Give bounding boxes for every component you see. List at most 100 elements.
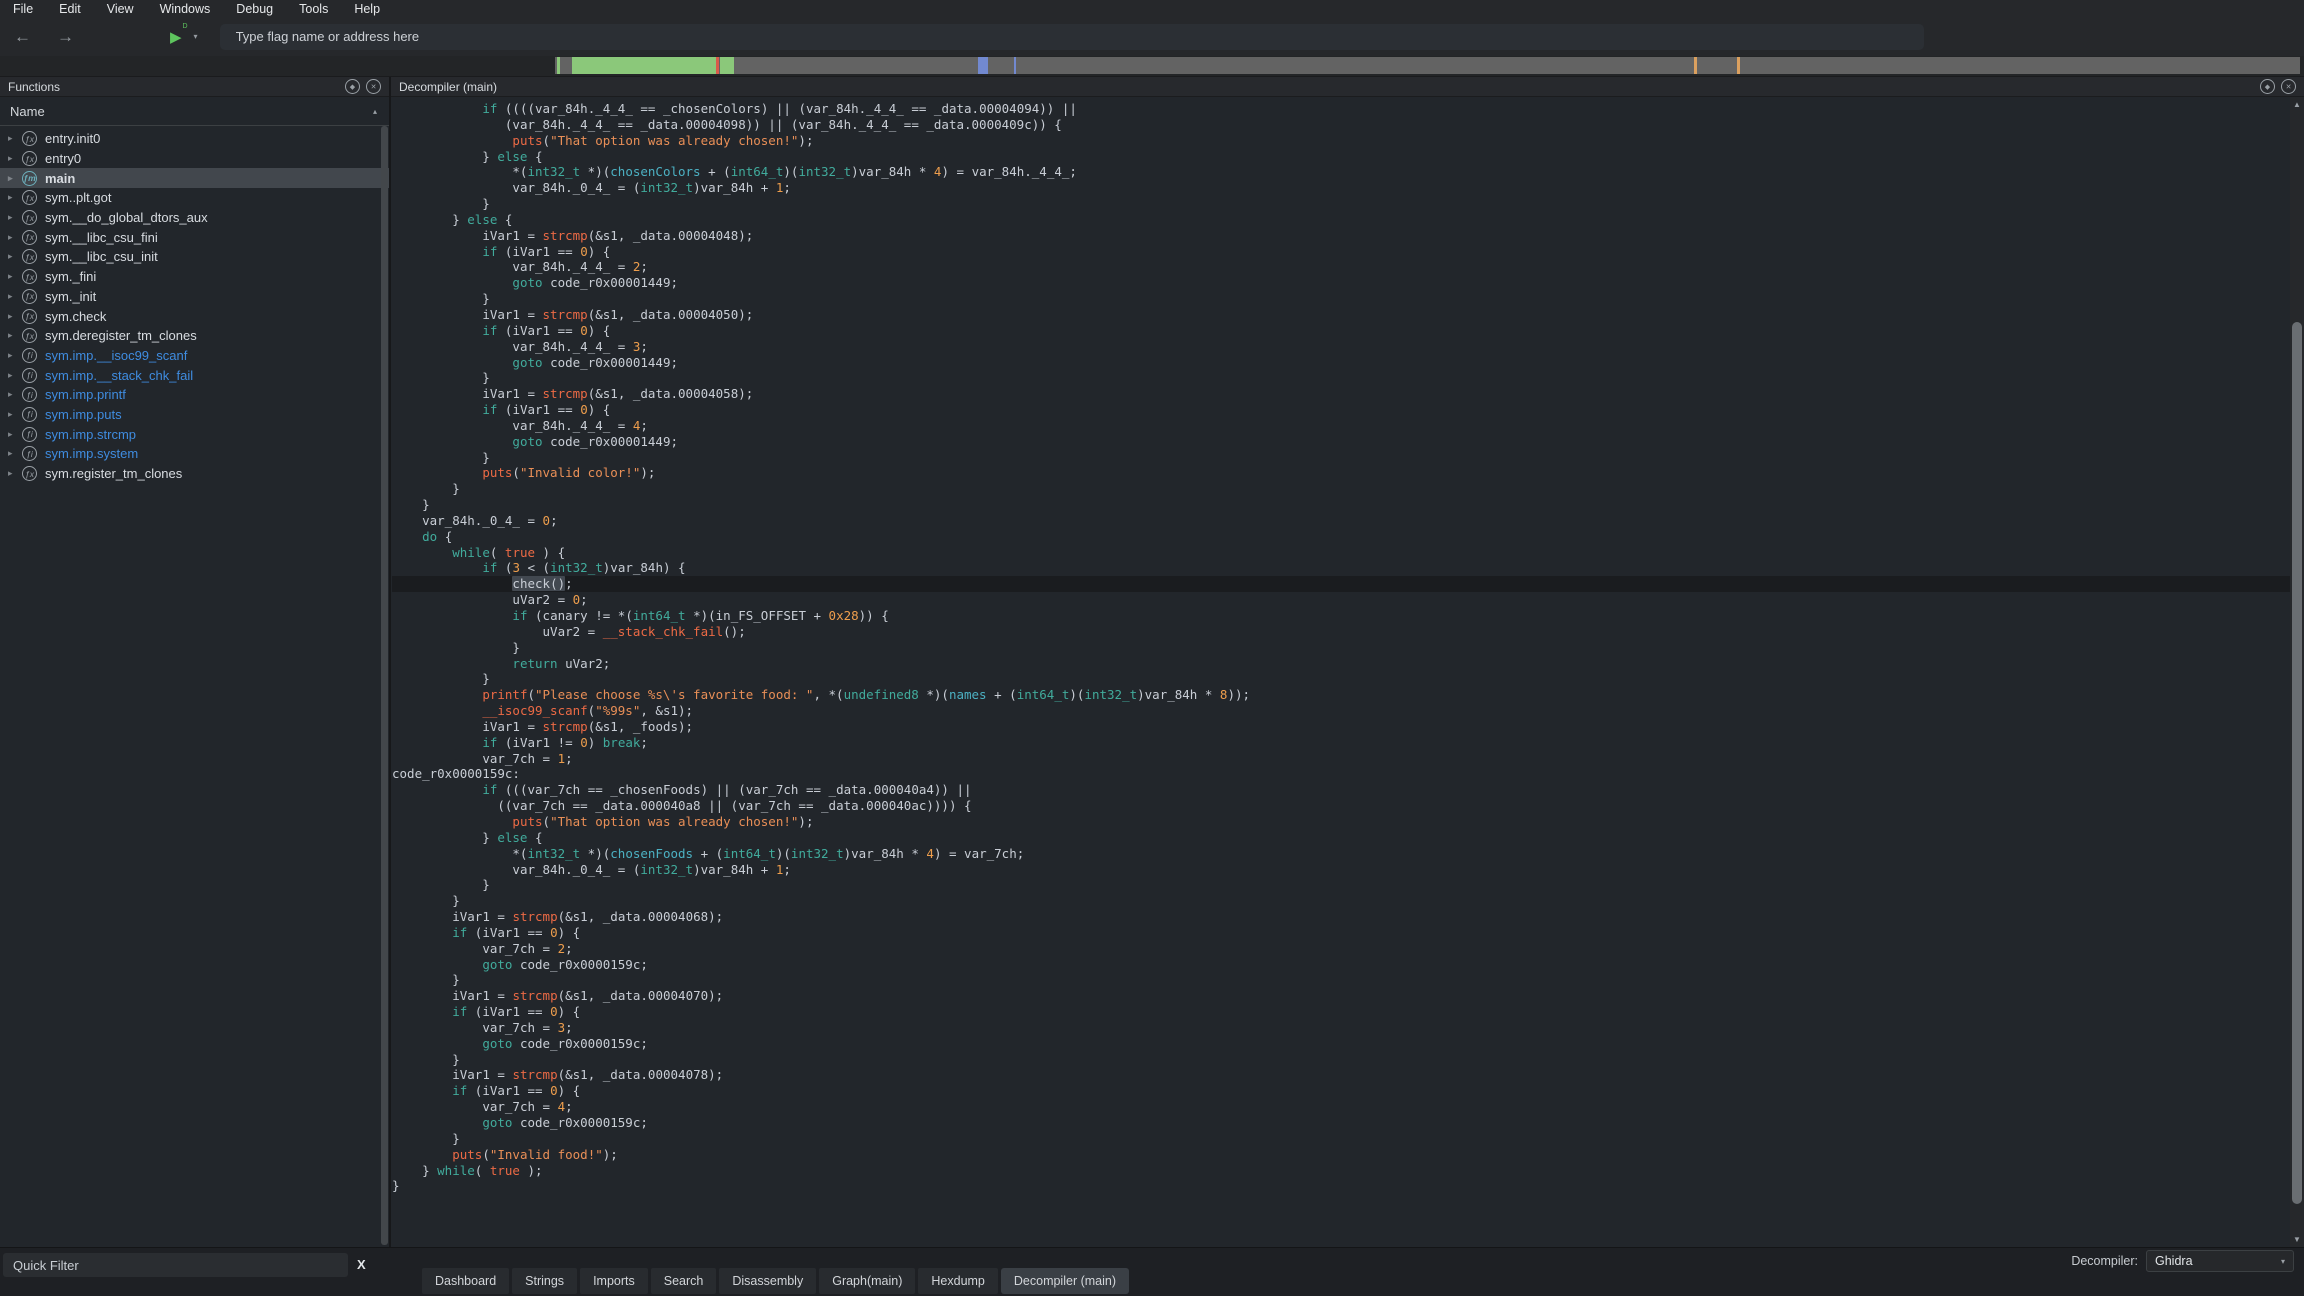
code-line[interactable]: } while( true );: [392, 1163, 2288, 1179]
code-line[interactable]: if (canary != *(int64_t *)(in_FS_OFFSET …: [392, 608, 2288, 624]
code-line[interactable]: var_84h._4_4_ = 4;: [392, 418, 2288, 434]
code-line[interactable]: var_84h._4_4_ = 3;: [392, 339, 2288, 355]
function-item-sym-imp-system[interactable]: ▸ ƒi sym.imp.system: [0, 444, 389, 464]
decompiler-engine-select[interactable]: Ghidra ▾: [2146, 1250, 2294, 1272]
code-line[interactable]: return uVar2;: [392, 656, 2288, 672]
code-line[interactable]: } else {: [392, 830, 2288, 846]
code-line[interactable]: if (iVar1 == 0) {: [392, 925, 2288, 941]
decompiler-code-area[interactable]: if ((((var_84h._4_4_ == _chosenColors) |…: [391, 97, 2304, 1247]
code-line[interactable]: puts("Invalid food!");: [392, 1147, 2288, 1163]
code-line[interactable]: iVar1 = strcmp(&s1, _foods);: [392, 719, 2288, 735]
code-line[interactable]: if (iVar1 == 0) {: [392, 244, 2288, 260]
code-line[interactable]: __isoc99_scanf("%99s", &s1);: [392, 703, 2288, 719]
code-line[interactable]: puts("Invalid color!");: [392, 465, 2288, 481]
function-item-entry-init0[interactable]: ▸ ƒx entry.init0: [0, 129, 389, 149]
code-line[interactable]: }: [392, 481, 2288, 497]
function-item-sym-imp-stack-chk-fail[interactable]: ▸ ƒi sym.imp.__stack_chk_fail: [0, 365, 389, 385]
code-line[interactable]: var_84h._0_4_ = (int32_t)var_84h + 1;: [392, 180, 2288, 196]
code-line[interactable]: var_84h._0_4_ = (int32_t)var_84h + 1;: [392, 862, 2288, 878]
close-panel-icon[interactable]: ✕: [2281, 79, 2296, 94]
tab-dashboard[interactable]: Dashboard: [422, 1268, 510, 1294]
expand-icon[interactable]: ▸: [8, 350, 22, 361]
close-panel-icon[interactable]: ✕: [366, 79, 381, 94]
menu-file[interactable]: File: [13, 2, 33, 16]
name-column-header[interactable]: Name ▴: [0, 97, 389, 126]
code-line[interactable]: iVar1 = strcmp(&s1, _data.00004070);: [392, 988, 2288, 1004]
function-item-sym-init[interactable]: ▸ ƒx sym._init: [0, 287, 389, 307]
code-line[interactable]: iVar1 = strcmp(&s1, _data.00004078);: [392, 1067, 2288, 1083]
menu-edit[interactable]: Edit: [59, 2, 81, 16]
function-item-main[interactable]: ▸ ƒm main: [0, 168, 389, 189]
tab-hexdump[interactable]: Hexdump: [918, 1268, 998, 1294]
menu-help[interactable]: Help: [354, 2, 380, 16]
quick-filter-clear-button[interactable]: X: [357, 1257, 366, 1272]
expand-icon[interactable]: ▸: [8, 468, 22, 479]
detach-panel-icon[interactable]: ◆: [2260, 79, 2275, 94]
code-line[interactable]: uVar2 = 0;: [392, 592, 2288, 608]
expand-icon[interactable]: ▸: [8, 448, 22, 459]
function-item-sym-imp-printf[interactable]: ▸ ƒi sym.imp.printf: [0, 385, 389, 405]
code-line[interactable]: var_7ch = 1;: [392, 751, 2288, 767]
code-line[interactable]: code_r0x0000159c:: [392, 766, 2288, 782]
code-line[interactable]: var_7ch = 2;: [392, 941, 2288, 957]
code-line[interactable]: goto code_r0x0000159c;: [392, 1115, 2288, 1131]
code-line[interactable]: }: [392, 893, 2288, 909]
code-line[interactable]: }: [392, 196, 2288, 212]
code-line[interactable]: }: [392, 291, 2288, 307]
code-line[interactable]: }: [392, 972, 2288, 988]
function-item-sym-do-global-dtors-aux[interactable]: ▸ ƒx sym.__do_global_dtors_aux: [0, 208, 389, 228]
code-line[interactable]: if (iVar1 == 0) {: [392, 1083, 2288, 1099]
code-line[interactable]: if ((((var_84h._4_4_ == _chosenColors) |…: [392, 101, 2288, 117]
functions-scrollbar[interactable]: [381, 126, 388, 1245]
code-line[interactable]: goto code_r0x00001449;: [392, 434, 2288, 450]
code-line[interactable]: if (iVar1 != 0) break;: [392, 735, 2288, 751]
expand-icon[interactable]: ▸: [8, 251, 22, 262]
tab-strings[interactable]: Strings: [512, 1268, 578, 1294]
function-item-sym-libc-csu-fini[interactable]: ▸ ƒx sym.__libc_csu_fini: [0, 227, 389, 247]
code-line[interactable]: check();: [392, 576, 2304, 593]
function-item-sym-libc-csu-init[interactable]: ▸ ƒx sym.__libc_csu_init: [0, 247, 389, 267]
tab-imports[interactable]: Imports: [580, 1268, 648, 1294]
code-line[interactable]: if (iVar1 == 0) {: [392, 1004, 2288, 1020]
scroll-up-icon[interactable]: ▲: [2290, 100, 2304, 109]
code-line[interactable]: }: [392, 671, 2288, 687]
expand-icon[interactable]: ▸: [8, 192, 22, 203]
code-line[interactable]: var_7ch = 3;: [392, 1020, 2288, 1036]
code-line[interactable]: ((var_7ch == _data.000040a8 || (var_7ch …: [392, 798, 2288, 814]
quick-filter-input[interactable]: [3, 1253, 348, 1277]
function-item-sym-register-tm-clones[interactable]: ▸ ƒx sym.register_tm_clones: [0, 464, 389, 484]
code-line[interactable]: var_84h._0_4_ = 0;: [392, 513, 2288, 529]
code-line[interactable]: var_7ch = 4;: [392, 1099, 2288, 1115]
expand-icon[interactable]: ▸: [8, 330, 22, 341]
menu-tools[interactable]: Tools: [299, 2, 328, 16]
expand-icon[interactable]: ▸: [8, 271, 22, 282]
code-line[interactable]: puts("That option was already chosen!");: [392, 133, 2288, 149]
code-line[interactable]: } else {: [392, 149, 2288, 165]
debug-dropdown-icon[interactable]: ▾: [194, 32, 198, 41]
scrollbar-thumb[interactable]: [2292, 322, 2302, 1204]
expand-icon[interactable]: ▸: [8, 370, 22, 381]
code-line[interactable]: printf("Please choose %s\'s favorite foo…: [392, 687, 2288, 703]
code-line[interactable]: iVar1 = strcmp(&s1, _data.00004058);: [392, 386, 2288, 402]
code-line[interactable]: goto code_r0x00001449;: [392, 355, 2288, 371]
function-item-sym-check[interactable]: ▸ ƒx sym.check: [0, 306, 389, 326]
highlighted-word[interactable]: check(): [512, 576, 566, 592]
code-line[interactable]: uVar2 = __stack_chk_fail();: [392, 624, 2288, 640]
decompiled-code[interactable]: if ((((var_84h._4_4_ == _chosenColors) |…: [392, 101, 2304, 1194]
code-line[interactable]: }: [392, 497, 2288, 513]
expand-icon[interactable]: ▸: [8, 232, 22, 243]
code-line[interactable]: var_84h._4_4_ = 2;: [392, 259, 2288, 275]
code-line[interactable]: puts("That option was already chosen!");: [392, 814, 2288, 830]
code-line[interactable]: goto code_r0x00001449;: [392, 275, 2288, 291]
code-line[interactable]: *(int32_t *)(chosenFoods + (int64_t)(int…: [392, 846, 2288, 862]
debug-play-icon[interactable]: ▶ D: [170, 23, 188, 46]
code-line[interactable]: }: [392, 370, 2288, 386]
expand-icon[interactable]: ▸: [8, 291, 22, 302]
tab-search[interactable]: Search: [650, 1268, 717, 1294]
tab-decompiler-main[interactable]: Decompiler (main): [1000, 1268, 1129, 1294]
function-item-entry0[interactable]: ▸ ƒx entry0: [0, 149, 389, 169]
code-line[interactable]: *(int32_t *)(chosenColors + (int64_t)(in…: [392, 164, 2288, 180]
function-item-sym-plt-got[interactable]: ▸ ƒx sym..plt.got: [0, 188, 389, 208]
expand-icon[interactable]: ▸: [8, 389, 22, 400]
decompiler-scrollbar[interactable]: ▲ ▼: [2290, 97, 2304, 1247]
